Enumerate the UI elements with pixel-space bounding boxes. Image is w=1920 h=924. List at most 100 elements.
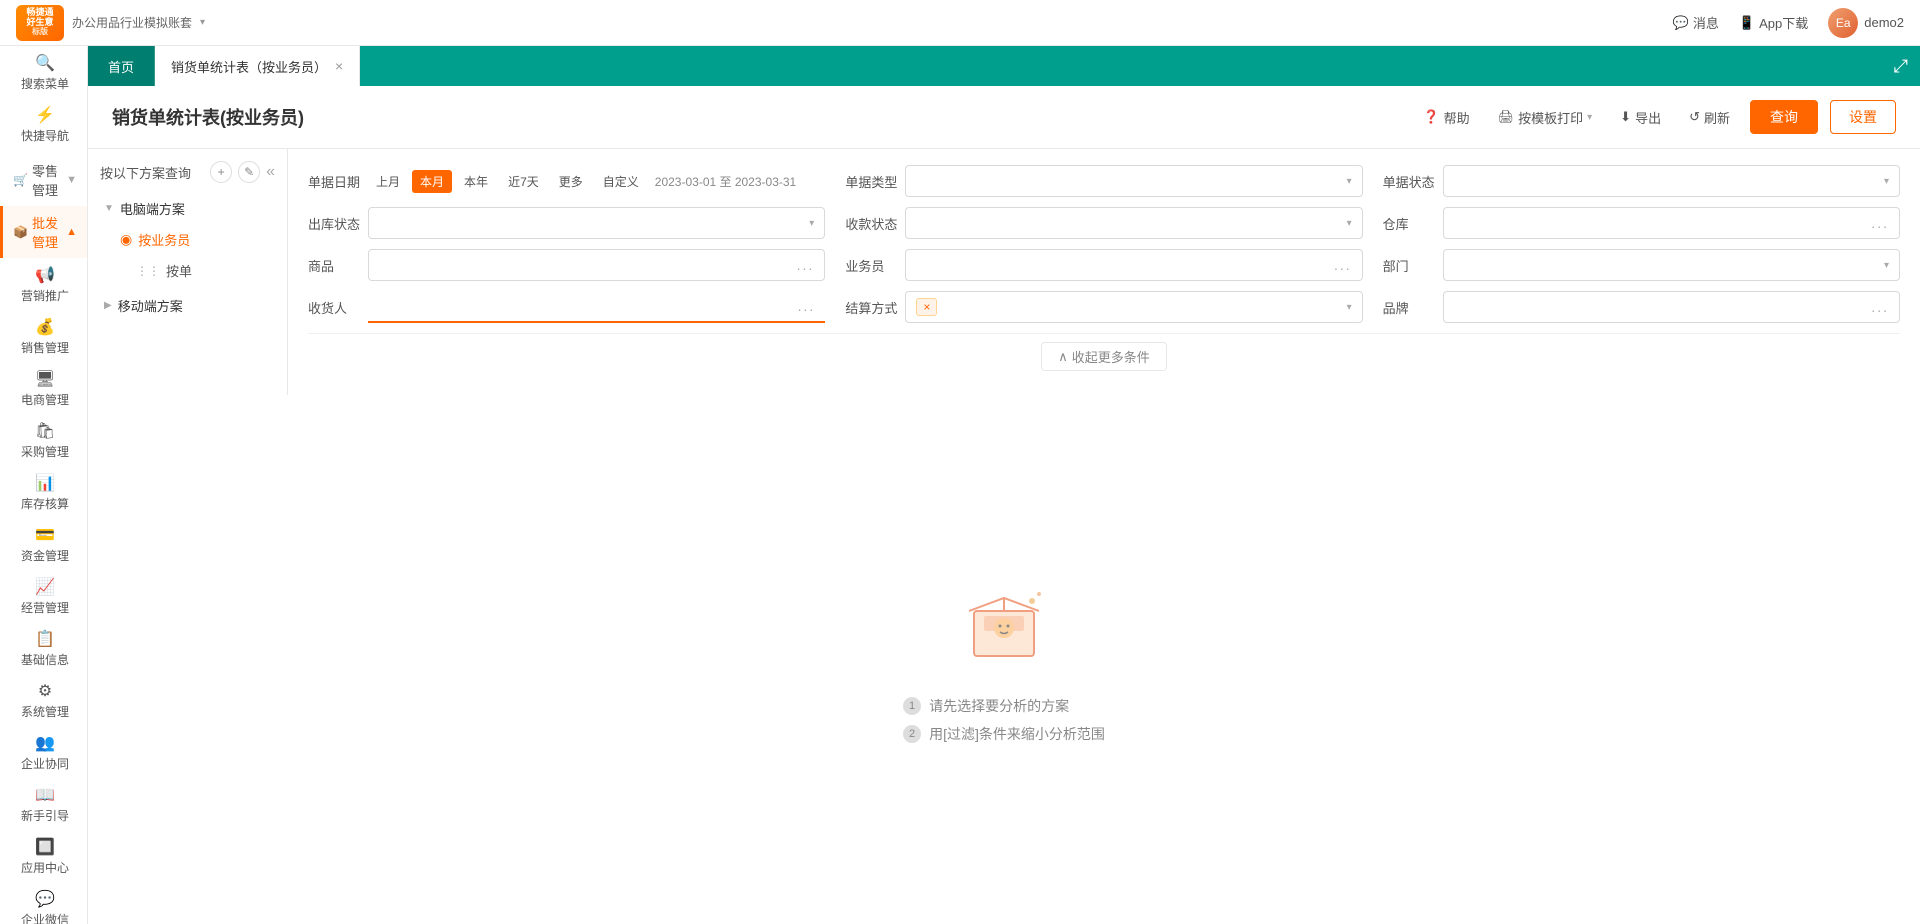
dept-field: 部门 ▾: [1383, 249, 1900, 281]
avatar: Ea: [1828, 8, 1858, 38]
payment-status-arrow-icon: ▾: [1347, 218, 1352, 229]
tree-by-doc[interactable]: ⋮⋮ 按单: [96, 255, 279, 286]
brand-logo[interactable]: 畅捷通 好生意 标版: [16, 5, 64, 41]
logo-subtitle: 标版: [26, 28, 53, 37]
tree-pc-section[interactable]: ▼ 电脑端方案: [96, 193, 279, 224]
warehouse-label: 仓库: [1383, 214, 1435, 233]
sidebar-item-guide[interactable]: 📖 新手引导: [0, 778, 87, 830]
breadcrumb-arrow[interactable]: ▾: [200, 17, 205, 28]
chevron-right-icon: ▶: [104, 300, 112, 311]
sidebar-item-label: 资金管理: [21, 547, 69, 564]
collapse-more-button[interactable]: ∧ 收起更多条件: [1041, 342, 1167, 371]
sidebar-item-quick-nav[interactable]: ⚡ 快捷导航: [0, 98, 87, 150]
product-dots-icon[interactable]: ...: [797, 257, 815, 273]
salesman-dots-icon[interactable]: ...: [1334, 257, 1352, 273]
refresh-button[interactable]: ↺ 刷新: [1681, 104, 1738, 131]
tab-bar: 首页 销货单统计表（按业务员） × ⤢: [88, 46, 1920, 86]
sidebar-item-marketing[interactable]: 📢 营销推广: [0, 258, 87, 310]
sidebar: 🔍 搜索菜单 ⚡ 快捷导航 🛒 零售管理 ▼ 📦 批发管理 ▲ 📢 营销推广: [0, 46, 88, 924]
doc-type-select[interactable]: ▾: [905, 165, 1362, 197]
sidebar-item-inventory[interactable]: 📊 库存核算: [0, 466, 87, 518]
doc-status-select[interactable]: ▾: [1443, 165, 1900, 197]
settings-button[interactable]: 设置: [1830, 100, 1896, 134]
payment-status-select[interactable]: ▾: [905, 207, 1362, 239]
help-button[interactable]: ❓ 帮助: [1415, 104, 1477, 131]
sidebar-item-finance[interactable]: 💳 资金管理: [0, 518, 87, 570]
receiver-input[interactable]: ...: [368, 291, 825, 323]
salesman-select[interactable]: ...: [905, 249, 1362, 281]
date-range-text: 2023-03-01 至 2023-03-31: [655, 173, 796, 190]
tip-text-1: 请先选择要分析的方案: [929, 696, 1069, 716]
brand-select[interactable]: ...: [1443, 291, 1900, 323]
collapse-panel-btn[interactable]: «: [266, 163, 275, 181]
product-select[interactable]: ...: [368, 249, 825, 281]
print-button[interactable]: 🖨 按模板打印 ▾: [1490, 104, 1601, 131]
user-initial: Ea: [1836, 16, 1851, 30]
sub-scheme-label: 按单: [166, 261, 192, 280]
operations-icon: 📈: [35, 577, 55, 597]
sidebar-item-basic[interactable]: 📋 基础信息: [0, 622, 87, 674]
tree-mobile-section[interactable]: ▶ 移动端方案: [96, 290, 279, 321]
dept-select[interactable]: ▾: [1443, 249, 1900, 281]
expand-icon: ⤢: [1894, 56, 1908, 77]
sidebar-item-search[interactable]: 🔍 搜索菜单: [0, 46, 87, 98]
right-filter: 单据日期 上月 本月 本年 近7天 更多 自定义 2023-03-01 至 20…: [288, 149, 1920, 395]
active-scheme-icon: ◉: [120, 231, 132, 248]
sub-icon: ⋮⋮: [136, 264, 160, 278]
sidebar-item-purchase[interactable]: 🛍 采购管理: [0, 414, 87, 466]
left-panel-title: 按以下方案查询: [100, 163, 191, 182]
edit-scheme-btn[interactable]: ✎: [238, 161, 260, 183]
sidebar-item-wechat[interactable]: 💬 企业微信: [0, 882, 87, 924]
wholesale-icon: 📦: [13, 225, 28, 239]
sidebar-item-label: 零售管理: [32, 161, 66, 199]
inventory-icon: 📊: [35, 473, 55, 493]
tab-close-icon[interactable]: ×: [335, 59, 343, 73]
sidebar-item-sales[interactable]: 💰 销售管理: [0, 310, 87, 362]
product-label: 商品: [308, 256, 360, 275]
sidebar-item-retail[interactable]: 🛒 零售管理 ▼: [0, 154, 87, 206]
page-title: 销货单统计表(按业务员): [112, 104, 304, 144]
add-scheme-btn[interactable]: +: [210, 161, 232, 183]
warehouse-dots-icon[interactable]: ...: [1871, 215, 1889, 231]
user-action[interactable]: Ea demo2: [1828, 8, 1904, 38]
filter-row-4: 收货人 ... 结算方式 × ▾: [308, 291, 1900, 323]
left-panel: 按以下方案查询 + ✎ « ▼ 电脑端方案 ◉ 按业务员: [88, 149, 288, 395]
date-tab-last-month[interactable]: 上月: [368, 170, 408, 193]
help-icon: ❓: [1423, 109, 1439, 125]
message-action[interactable]: 💬 消息: [1673, 13, 1719, 32]
brand-dots-icon[interactable]: ...: [1871, 299, 1889, 315]
sidebar-item-wholesale[interactable]: 📦 批发管理 ▲: [0, 206, 87, 258]
app-download-action[interactable]: 📱 App下载: [1739, 13, 1808, 32]
receiver-dots-icon[interactable]: ...: [798, 298, 816, 314]
sidebar-item-label: 电商管理: [21, 391, 69, 408]
tab-home[interactable]: 首页: [88, 46, 155, 86]
out-status-select[interactable]: ▾: [368, 207, 825, 239]
query-button[interactable]: 查询: [1750, 100, 1818, 134]
date-tab-this-month[interactable]: 本月: [412, 170, 452, 193]
tip-text-2: 用[过滤]条件来缩小分析范围: [929, 724, 1105, 744]
date-tab-custom[interactable]: 自定义: [595, 170, 647, 193]
sidebar-item-label: 营销推广: [21, 287, 69, 304]
tab-active[interactable]: 销货单统计表（按业务员） ×: [155, 46, 360, 86]
chevron-down-icon: ▼: [104, 203, 114, 214]
sidebar-item-system[interactable]: ⚙ 系统管理: [0, 674, 87, 726]
tree-salesman[interactable]: ◉ 按业务员: [96, 224, 279, 255]
sidebar-item-label: 采购管理: [21, 443, 69, 460]
tab-home-label: 首页: [108, 57, 134, 76]
date-tab-this-year[interactable]: 本年: [456, 170, 496, 193]
brand-field: 品牌 ...: [1383, 291, 1900, 323]
sidebar-item-operations[interactable]: 📈 经营管理: [0, 570, 87, 622]
settlement-tag-close[interactable]: ×: [923, 300, 930, 314]
settlement-select[interactable]: × ▾: [905, 291, 1362, 323]
tab-expand[interactable]: ⤢: [1882, 56, 1920, 77]
date-tab-more[interactable]: 更多: [551, 170, 591, 193]
warehouse-select[interactable]: ...: [1443, 207, 1900, 239]
export-button[interactable]: ⬇ 导出: [1612, 104, 1669, 131]
date-tab-7days[interactable]: 近7天: [500, 170, 547, 193]
sidebar-item-collab[interactable]: 👥 企业协同: [0, 726, 87, 778]
sidebar-item-ecommerce[interactable]: 🖥 电商管理: [0, 362, 87, 414]
sidebar-item-apps[interactable]: 🔲 应用中心: [0, 830, 87, 882]
doc-status-field: 单据状态 ▾: [1383, 165, 1900, 197]
out-status-label: 出库状态: [308, 214, 360, 233]
sales-icon: 💰: [35, 317, 55, 337]
